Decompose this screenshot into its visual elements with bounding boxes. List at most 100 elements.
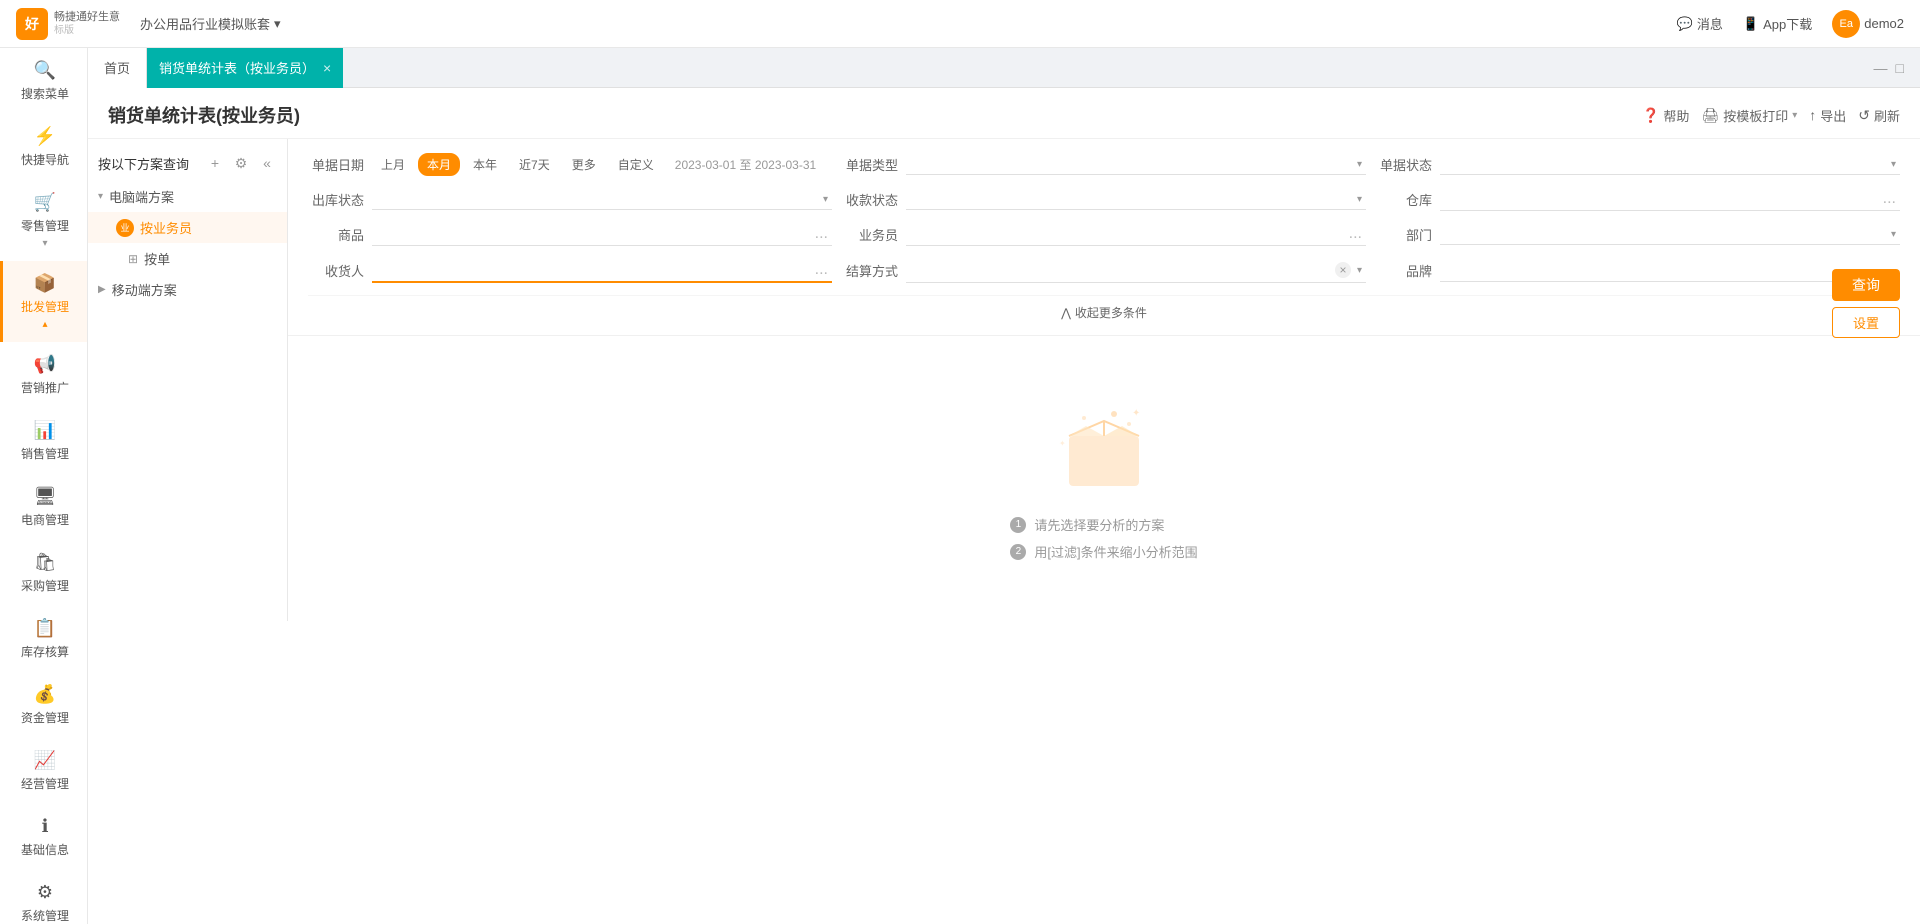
salesperson-input[interactable]: [910, 227, 1349, 242]
doc-status-dropdown[interactable]: ▾: [1440, 155, 1900, 175]
sidebar-item-finance[interactable]: 💰 资金管理: [0, 672, 87, 738]
doc-status-control[interactable]: ▾: [1440, 155, 1900, 175]
scheme-settings-icon: ⚙: [235, 155, 248, 172]
ecommerce-icon: 🖥: [34, 486, 57, 507]
tab-maximize-button[interactable]: □: [1896, 60, 1904, 76]
tab-minimize-button[interactable]: —: [1874, 60, 1888, 76]
date-last7[interactable]: 近7天: [510, 153, 559, 176]
scheme-panel-title: 按以下方案查询: [98, 154, 189, 173]
sidebar-item-operation[interactable]: 📈 经营管理: [0, 738, 87, 804]
export-button[interactable]: ↑ 导出: [1809, 106, 1846, 125]
goods-control[interactable]: ...: [372, 223, 832, 246]
empty-box-svg: ✦ ✦: [1044, 396, 1164, 496]
tip1-num: 1: [1010, 517, 1026, 533]
sidebar-item-marketing[interactable]: 📢 营销推广: [0, 342, 87, 408]
page-header-actions: ❓ 帮助 🖨 按模板打印 ▾ ↑ 导出 ↺: [1642, 106, 1900, 125]
receive-status-label: 收款状态: [842, 190, 898, 209]
department-control[interactable]: ▾: [1440, 225, 1900, 245]
user-avatar-area[interactable]: Ea demo2: [1832, 10, 1904, 38]
print-button[interactable]: 🖨 按模板打印 ▾: [1701, 106, 1797, 125]
doc-type-control[interactable]: ▾: [906, 155, 1366, 175]
doc-type-dropdown[interactable]: ▾: [906, 155, 1366, 175]
logo-text: 畅捷通好生意 标版: [54, 10, 120, 37]
date-last-month[interactable]: 上月: [372, 153, 414, 176]
date-more[interactable]: 更多: [563, 153, 605, 176]
export-label: 导出: [1820, 106, 1846, 125]
scheme-desktop-group-header[interactable]: ▾ 电脑端方案: [88, 181, 287, 212]
scheme-add-button[interactable]: +: [205, 153, 225, 173]
receive-status-control[interactable]: ▾: [906, 190, 1366, 210]
settlement-dropdown[interactable]: × ▾: [906, 258, 1366, 283]
scheme-sub-item-order[interactable]: ⊞ 按单: [88, 243, 287, 274]
brand-text: 标版: [54, 24, 120, 37]
tab-active[interactable]: 销货单统计表（按业务员） ×: [147, 48, 343, 88]
tab-home[interactable]: 首页: [88, 48, 147, 88]
sidebar-item-ecommerce[interactable]: 🖥 电商管理: [0, 474, 87, 540]
warehouse-input[interactable]: [1444, 192, 1883, 207]
date-range-text: 2023-03-01 至 2023-03-31: [675, 156, 816, 173]
sidebar-item-retail[interactable]: 🛒 零售管理 ▾: [0, 180, 87, 261]
scheme-item-label: 按业务员: [140, 218, 192, 237]
sidebar-wholesale-label: 批发管理: [21, 298, 69, 315]
collapse-label: 收起更多条件: [1075, 304, 1147, 321]
brand-input[interactable]: [1444, 263, 1883, 278]
tab-close-button[interactable]: ×: [323, 60, 331, 76]
out-status-dropdown[interactable]: ▾: [372, 190, 832, 210]
receiver-input[interactable]: [376, 262, 815, 277]
refresh-button[interactable]: ↺ 刷新: [1858, 106, 1900, 125]
settlement-control[interactable]: × ▾: [906, 258, 1366, 283]
date-custom[interactable]: 自定义: [609, 153, 663, 176]
filter-collapse-button[interactable]: ⋀ 收起更多条件: [1061, 304, 1147, 321]
scheme-panel-actions: + ⚙ «: [205, 153, 277, 173]
scheme-settings-button[interactable]: ⚙: [231, 153, 251, 173]
warehouse-dots[interactable]: ...: [1883, 190, 1896, 208]
department-label: 部门: [1376, 225, 1432, 244]
settlement-clear-button[interactable]: ×: [1335, 262, 1351, 278]
tab-active-label: 销货单统计表（按业务员）: [159, 58, 315, 77]
sidebar-item-quicknav[interactable]: ⚡ 快捷导航: [0, 114, 87, 180]
download-icon: 📱: [1743, 16, 1759, 32]
scheme-collapse-button[interactable]: «: [257, 153, 277, 173]
sidebar-item-purchase[interactable]: 🛍 采购管理: [0, 540, 87, 606]
sidebar-item-system[interactable]: ⚙ 系统管理: [0, 870, 87, 924]
receiver-dots[interactable]: ...: [815, 261, 828, 279]
doc-type-caret: ▾: [1357, 159, 1362, 170]
out-status-caret: ▾: [823, 194, 828, 205]
sidebar-finance-label: 资金管理: [21, 709, 69, 726]
app-download-button[interactable]: 📱 App下载: [1743, 14, 1812, 33]
sidebar-item-basic[interactable]: ℹ 基础信息: [0, 804, 87, 870]
page-header: 销货单统计表(按业务员) ❓ 帮助 🖨 按模板打印 ▾ ↑: [88, 88, 1920, 139]
date-this-year[interactable]: 本年: [464, 153, 506, 176]
date-filter: 上月 本月 本年 近7天 更多 自定义 2023-03-01 至 2023-03…: [372, 153, 832, 176]
salesperson-control[interactable]: ...: [906, 223, 1366, 246]
receive-status-dropdown[interactable]: ▾: [906, 190, 1366, 210]
scheme-mobile-group-header[interactable]: ▶ 移动端方案: [88, 274, 287, 305]
filter-cell-doc-type: 单据类型 ▾: [842, 155, 1366, 175]
sidebar-item-search[interactable]: 🔍 搜索菜单: [0, 48, 87, 114]
search-icon: 🔍: [34, 60, 56, 81]
sidebar-basic-label: 基础信息: [21, 841, 69, 858]
scheme-item-salesperson[interactable]: 业 按业务员: [88, 212, 287, 243]
export-icon: ↑: [1809, 107, 1816, 123]
logo-main-text: 畅捷通好生意: [54, 10, 120, 24]
settings-button[interactable]: 设置: [1832, 307, 1900, 338]
out-status-control[interactable]: ▾: [372, 190, 832, 210]
date-this-month[interactable]: 本月: [418, 153, 460, 176]
brand-control[interactable]: ...: [1440, 259, 1900, 282]
warehouse-control[interactable]: ...: [1440, 188, 1900, 211]
help-button[interactable]: ❓ 帮助: [1642, 106, 1689, 125]
filter-content: 单据日期 上月 本月 本年 近7天 更多 自定义: [288, 139, 1920, 621]
salesperson-dots[interactable]: ...: [1349, 225, 1362, 243]
sidebar-item-wholesale[interactable]: 📦 批发管理 ▴: [0, 261, 87, 342]
receiver-control[interactable]: ...: [372, 259, 832, 283]
sidebar-item-sales[interactable]: 📊 销售管理: [0, 408, 87, 474]
goods-dots[interactable]: ...: [815, 225, 828, 243]
query-button[interactable]: 查询: [1832, 269, 1900, 301]
doc-status-caret: ▾: [1891, 159, 1896, 170]
sales-icon: 📊: [34, 420, 56, 441]
department-dropdown[interactable]: ▾: [1440, 225, 1900, 245]
message-button[interactable]: 💬 消息: [1677, 14, 1723, 33]
app-selector[interactable]: 办公用品行业模拟账套 ▾: [132, 10, 289, 37]
sidebar-item-inventory[interactable]: 📋 库存核算: [0, 606, 87, 672]
goods-input[interactable]: [376, 227, 815, 242]
